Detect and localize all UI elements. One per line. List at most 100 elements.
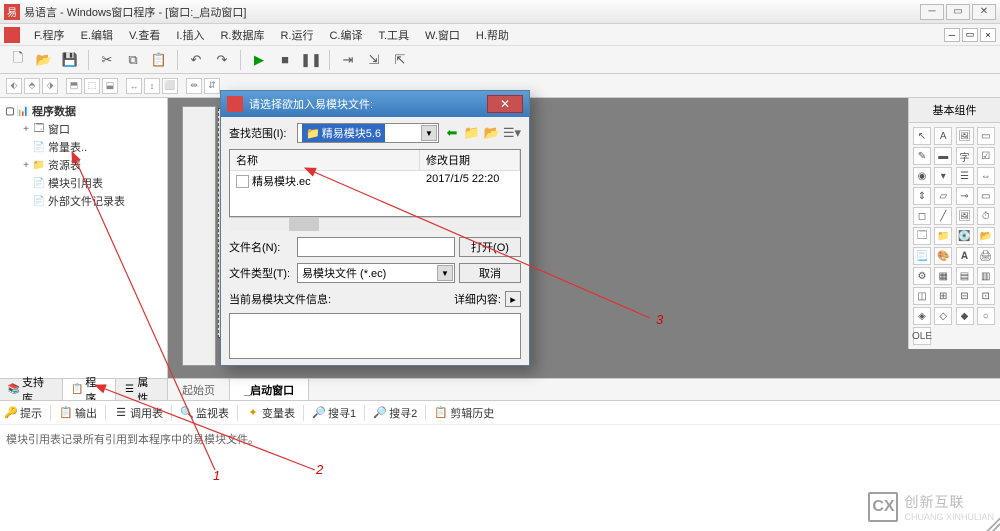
tab-icon[interactable]: ▭ <box>977 187 995 205</box>
file-row[interactable]: 精易模块.ec 2017/1/5 22:20 <box>230 171 520 191</box>
misc5-icon[interactable]: ⊞ <box>934 287 952 305</box>
close-button[interactable]: ✕ <box>972 4 996 20</box>
align-top-icon[interactable]: ⬒ <box>66 78 82 94</box>
cut-button[interactable]: ✂ <box>95 49 119 71</box>
timer-icon[interactable]: ⏱ <box>977 207 995 225</box>
dropdown-icon[interactable]: ▼ <box>437 265 453 281</box>
ole-icon[interactable]: OLE <box>913 327 931 345</box>
align-bottom-icon[interactable]: ⬓ <box>102 78 118 94</box>
detail-button[interactable]: ▸ <box>505 291 521 307</box>
misc8-icon[interactable]: ◈ <box>913 307 931 325</box>
same-width-icon[interactable]: ↔ <box>126 78 142 94</box>
tab-vars[interactable]: ✦变量表 <box>246 405 295 421</box>
printdlg-icon[interactable]: 🖨 <box>977 247 995 265</box>
expand-icon[interactable]: + <box>20 124 32 135</box>
menu-edit[interactable]: E.编辑 <box>75 25 119 45</box>
line-icon[interactable]: ╱ <box>934 207 952 225</box>
redo-button[interactable]: ↷ <box>210 49 234 71</box>
menu-compile[interactable]: C.编译 <box>323 25 368 45</box>
tab-properties[interactable]: ☰ 属性 <box>116 379 168 400</box>
copy-button[interactable]: ⧉ <box>121 49 145 71</box>
dialog-close-button[interactable]: ✕ <box>487 95 523 113</box>
step-out-button[interactable]: ⇱ <box>388 49 412 71</box>
tab-clip[interactable]: 📋剪辑历史 <box>434 405 494 421</box>
tab-calls[interactable]: ☰调用表 <box>114 405 163 421</box>
filename-input[interactable] <box>297 237 455 257</box>
col-date[interactable]: 修改日期 <box>420 150 520 170</box>
step-into-button[interactable]: ⇲ <box>362 49 386 71</box>
mdi-minimize[interactable]: ─ <box>944 28 960 42</box>
step-over-button[interactable]: ⇥ <box>336 49 360 71</box>
open-button[interactable]: 📂 <box>32 49 56 71</box>
paste-button[interactable]: 📋 <box>147 49 171 71</box>
lookin-select[interactable]: 📁精易模块5.6 ▼ <box>297 123 439 143</box>
cancel-button[interactable]: 取消 <box>459 263 521 283</box>
filelist-icon[interactable]: 📃 <box>913 247 931 265</box>
tab-search2[interactable]: 🔎搜寻2 <box>373 405 417 421</box>
hscroll-icon[interactable]: ⇔ <box>977 167 995 185</box>
menu-view[interactable]: V.查看 <box>123 25 166 45</box>
tab-output[interactable]: 📋输出 <box>59 405 97 421</box>
slider-icon[interactable]: ⊸ <box>956 187 974 205</box>
cursor-icon[interactable]: ↖ <box>913 127 931 145</box>
align-center-icon[interactable]: ⬘ <box>24 78 40 94</box>
expand-icon[interactable]: ▢ <box>4 106 16 117</box>
scroll-thumb[interactable] <box>289 218 319 231</box>
colordlg-icon[interactable]: 🎨 <box>934 247 952 265</box>
spacing-h-icon[interactable]: ⇹ <box>186 78 202 94</box>
new-button[interactable]: 🗋 <box>6 49 30 71</box>
misc6-icon[interactable]: ⊟ <box>956 287 974 305</box>
edit-icon[interactable]: ✎ <box>913 147 931 165</box>
picture-icon[interactable]: 🖼 <box>956 127 974 145</box>
align-right-icon[interactable]: ⬗ <box>42 78 58 94</box>
frame-icon[interactable]: ▭ <box>977 127 995 145</box>
radio-icon[interactable]: ◉ <box>913 167 931 185</box>
pause-button[interactable]: ❚❚ <box>299 49 323 71</box>
misc9-icon[interactable]: ◇ <box>934 307 952 325</box>
misc4-icon[interactable]: ◫ <box>913 287 931 305</box>
tree-node-window[interactable]: + 🗔 窗口 <box>20 120 163 138</box>
tab-startup-window[interactable]: _启动窗口 <box>230 379 309 400</box>
label-icon[interactable]: A <box>934 127 952 145</box>
tree-node-const[interactable]: 📄 常量表.. <box>20 138 163 156</box>
menu-tools[interactable]: T.工具 <box>372 25 415 45</box>
tree-root-node[interactable]: ▢ 📊 程序数据 <box>4 102 163 120</box>
tab-search1[interactable]: 🔎搜寻1 <box>312 405 356 421</box>
mdi-restore[interactable]: ▭ <box>962 28 978 42</box>
maximize-button[interactable]: ▭ <box>946 4 970 20</box>
misc3-icon[interactable]: ▥ <box>977 267 995 285</box>
misc7-icon[interactable]: ⊡ <box>977 287 995 305</box>
align-left-icon[interactable]: ⬖ <box>6 78 22 94</box>
tab-watch[interactable]: 🔍监视表 <box>180 405 229 421</box>
filetype-select[interactable]: 易模块文件 (*.ec) ▼ <box>297 263 455 283</box>
misc11-icon[interactable]: ○ <box>977 307 995 325</box>
tab-program[interactable]: 📋 程序 <box>63 379 115 400</box>
mdi-close[interactable]: × <box>980 28 996 42</box>
misc1-icon[interactable]: ▦ <box>934 267 952 285</box>
same-height-icon[interactable]: ↕ <box>144 78 160 94</box>
menu-database[interactable]: R.数据库 <box>214 25 270 45</box>
undo-button[interactable]: ↶ <box>184 49 208 71</box>
drive-icon[interactable]: 💽 <box>956 227 974 245</box>
misc10-icon[interactable]: ◆ <box>956 307 974 325</box>
menu-insert[interactable]: I.插入 <box>170 25 210 45</box>
file-list[interactable]: 名称 修改日期 精易模块.ec 2017/1/5 22:20 <box>229 149 521 217</box>
col-name[interactable]: 名称 <box>230 150 420 170</box>
button-icon[interactable]: ▬ <box>934 147 952 165</box>
menu-run[interactable]: R.运行 <box>274 25 319 45</box>
tree-node-extfile[interactable]: 📄 外部文件记录表 <box>20 192 163 210</box>
back-icon[interactable]: ⬅ <box>443 124 461 142</box>
tab-start-page[interactable]: 起始页 <box>168 379 230 400</box>
minimize-button[interactable]: ─ <box>920 4 944 20</box>
combo-icon[interactable]: ▾ <box>934 167 952 185</box>
same-size-icon[interactable]: ⬜ <box>162 78 178 94</box>
spacing-v-icon[interactable]: ⇵ <box>204 78 220 94</box>
dialog-icon[interactable]: 🗔 <box>913 227 931 245</box>
viewmode-icon[interactable]: ☰▾ <box>503 124 521 142</box>
misc2-icon[interactable]: ▤ <box>956 267 974 285</box>
dialog-titlebar[interactable]: 请选择欲加入易模块文件: ✕ <box>221 91 529 117</box>
shape-icon[interactable]: ◻ <box>913 207 931 225</box>
tab-support-lib[interactable]: 📚 支持库 <box>0 379 63 400</box>
save-button[interactable]: 💾 <box>58 49 82 71</box>
text-icon[interactable]: 字 <box>956 147 974 165</box>
